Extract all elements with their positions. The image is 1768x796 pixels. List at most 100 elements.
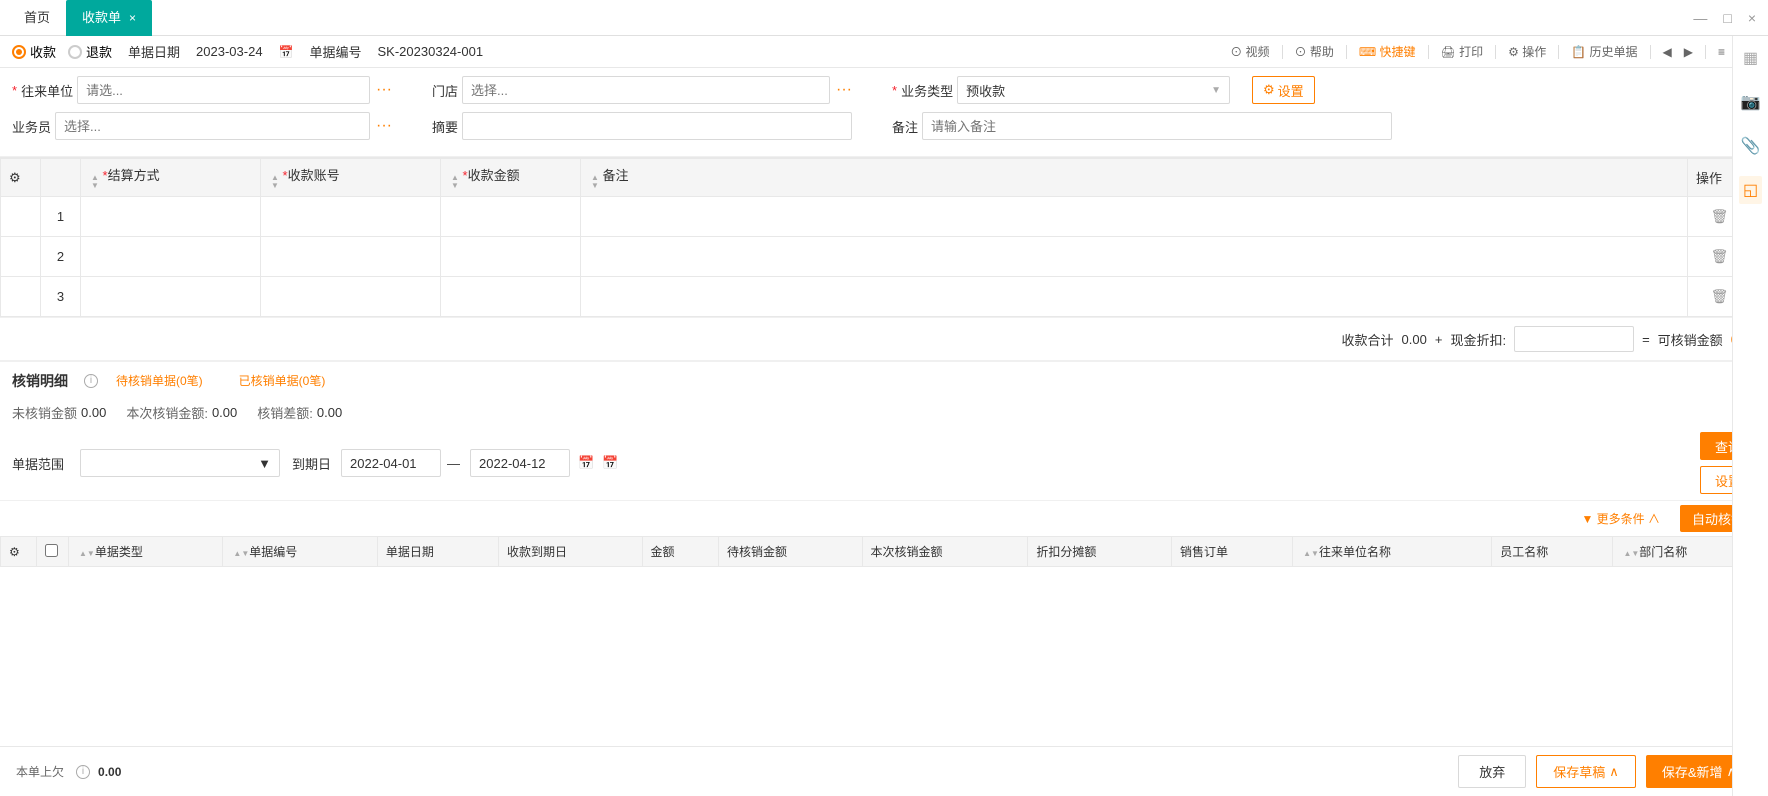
bottom-table-section: ⚙ ▲▼单据类型 ▲▼单据编号 单据日期 收款到期日 金额 待 [0,536,1768,746]
remark-field: 备注 [892,112,1392,140]
store-input[interactable] [462,76,830,104]
nav-prev[interactable]: ◀ [1663,45,1672,59]
summary-input[interactable] [462,112,852,140]
stat-current-value: 0.00 [212,405,237,420]
col-sales-order: 销售订单 [1171,537,1292,567]
list-view[interactable]: ≡ [1718,45,1725,59]
col-remark: ▲▼ 备注 [581,159,1688,197]
calendar-icon[interactable]: 📅 [279,45,294,59]
slip-info-icon[interactable]: i [76,765,90,779]
delete-icon-1[interactable]: 🗑 [1711,208,1729,225]
col-bill-date: 单据日期 [377,537,498,567]
minimize-btn[interactable]: — [1689,10,1711,26]
td-amount-1[interactable] [441,197,581,237]
select-all-checkbox[interactable] [45,544,58,557]
hx-tab-done[interactable]: 已核销单据(0笔) [233,370,332,391]
form-row-1: * 往来单位 ··· 门店 ··· * 业务类型 预收款 ▼ ··· [12,76,1756,104]
counterparty-input[interactable] [77,76,370,104]
td-account-2[interactable] [261,237,441,277]
stat-unverified-value: 0.00 [81,405,106,420]
td-settlement-1[interactable] [81,197,261,237]
video-btn[interactable]: ⊙ 视频 [1230,43,1269,60]
td-amount-3[interactable] [441,277,581,317]
stat-current-label: 本次核销金额: [126,403,208,422]
print-btn[interactable]: 🖨 打印 [1441,43,1484,60]
hx-info-icon[interactable]: i [84,374,98,388]
close-btn[interactable]: × [1744,10,1760,26]
stat-diff-label: 核销差额: [257,403,313,422]
td-remark-3[interactable] [581,277,1688,317]
remark-input[interactable] [922,112,1392,140]
tab-close-btn[interactable]: × [129,0,136,36]
td-settlement-2[interactable] [81,237,261,277]
tab-bar: 首页 收款单 × — □ × [0,0,1768,36]
billno-label: 单据编号 [310,42,362,61]
staff-more-btn[interactable]: ··· [376,117,392,135]
sort-arrows-1: ▲▼ [91,174,99,190]
delete-icon-2[interactable]: 🗑 [1711,248,1729,265]
payment-table: ⚙ ▲▼ *结算方式 ▲▼ *收款账号 ▲▼ *收款金额 [0,158,1768,317]
hx-tab-pending[interactable]: 待核销单据(0笔) [110,370,209,391]
calendar-from-icon[interactable]: 📅 [578,455,594,471]
staff-label: 业务员 [12,117,51,136]
sidebar-table-icon[interactable]: ▦ [1739,44,1762,72]
col-checkbox-bt[interactable] [37,537,69,567]
hx-section: 核销明细 i 待核销单据(0笔) 已核销单据(0笔) 未核销金额 0.00 本次… [0,360,1768,746]
tab-home[interactable]: 首页 [8,0,66,36]
counterparty-more-btn[interactable]: ··· [376,81,392,99]
col-settings-bt[interactable]: ⚙ [1,537,37,567]
draft-btn[interactable]: 保存草稿 ∧ [1536,755,1636,788]
radio-label-shoukuan: 收款 [30,42,56,61]
stat-diff: 核销差额: 0.00 [257,403,342,422]
table-header-row: ⚙ ▲▼ *结算方式 ▲▼ *收款账号 ▲▼ *收款金额 [1,159,1768,197]
business-type-select[interactable]: 预收款 ▼ [957,76,1230,104]
sort-arrows-3: ▲▼ [451,174,459,190]
shortcut-btn[interactable]: ⌨ 快捷键 [1359,43,1416,60]
range-select[interactable]: ▼ [80,449,280,477]
staff-input[interactable] [55,112,370,140]
maximize-btn[interactable]: □ [1719,10,1735,26]
td-remark-1[interactable] [581,197,1688,237]
table-row: 1 🗑 ⧉ [1,197,1768,237]
form-settings-btn[interactable]: ⚙ 设置 [1252,76,1315,104]
divider1 [1282,45,1283,59]
col-amount: ▲▼ *收款金额 [441,159,581,197]
date-to-input[interactable] [470,449,570,477]
history-btn[interactable]: 📋 历史单据 [1571,43,1637,60]
sidebar-expand-icon[interactable]: ◱ [1739,176,1762,204]
col-amount-bt: 金额 [642,537,718,567]
delete-icon-3[interactable]: 🗑 [1711,288,1729,305]
td-amount-2[interactable] [441,237,581,277]
col-settlement: ▲▼ *结算方式 [81,159,261,197]
store-more-btn[interactable]: ··· [836,81,852,99]
discount-input[interactable] [1514,326,1634,352]
toolbar-right: ⊙ 视频 ⊙ 帮助 ⌨ 快捷键 🖨 打印 ⚙ 操作 📋 历史单据 ◀ ▶ ≡ ≡ [1230,43,1756,61]
bottom-table-header: ⚙ ▲▼单据类型 ▲▼单据编号 单据日期 收款到期日 金额 待 [1,537,1768,567]
footer-btns: 放弃 保存草稿 ∧ 保存&新增 ∧ [1458,755,1752,788]
payment-type-radio: 收款 退款 [12,42,112,61]
radio-tuikuan[interactable]: 退款 [68,42,112,61]
td-account-1[interactable] [261,197,441,237]
ops-btn[interactable]: ⚙ 操作 [1508,43,1546,60]
col-settings[interactable]: ⚙ [1,159,41,197]
staff-field: 业务员 ··· [12,112,392,140]
tab-active[interactable]: 收款单 × [66,0,152,36]
table-row: 3 🗑 ⧉ [1,277,1768,317]
td-account-3[interactable] [261,277,441,317]
summary-field: 摘要 [432,112,852,140]
radio-shoukuan[interactable]: 收款 [12,42,56,61]
form-area: * 往来单位 ··· 门店 ··· * 业务类型 预收款 ▼ ··· [0,68,1768,157]
sidebar-attach-icon[interactable]: 📎 [1737,132,1765,160]
row-num-1: 1 [41,197,81,237]
more-conditions-btn[interactable]: ▼ 更多条件 ∧ [1581,505,1660,532]
hx-filter-row: 单据范围 ▼ 到期日 — 📅 📅 查询 设置 [0,426,1768,501]
help-btn[interactable]: ⊙ 帮助 [1295,43,1334,60]
td-remark-2[interactable] [581,237,1688,277]
nav-next[interactable]: ▶ [1684,45,1693,59]
sidebar-camera-icon[interactable]: 📷 [1737,88,1765,116]
abandon-btn[interactable]: 放弃 [1458,755,1526,788]
td-settlement-3[interactable] [81,277,261,317]
store-field: 门店 ··· [432,76,852,104]
calendar-to-icon[interactable]: 📅 [602,455,618,471]
date-from-input[interactable] [341,449,441,477]
